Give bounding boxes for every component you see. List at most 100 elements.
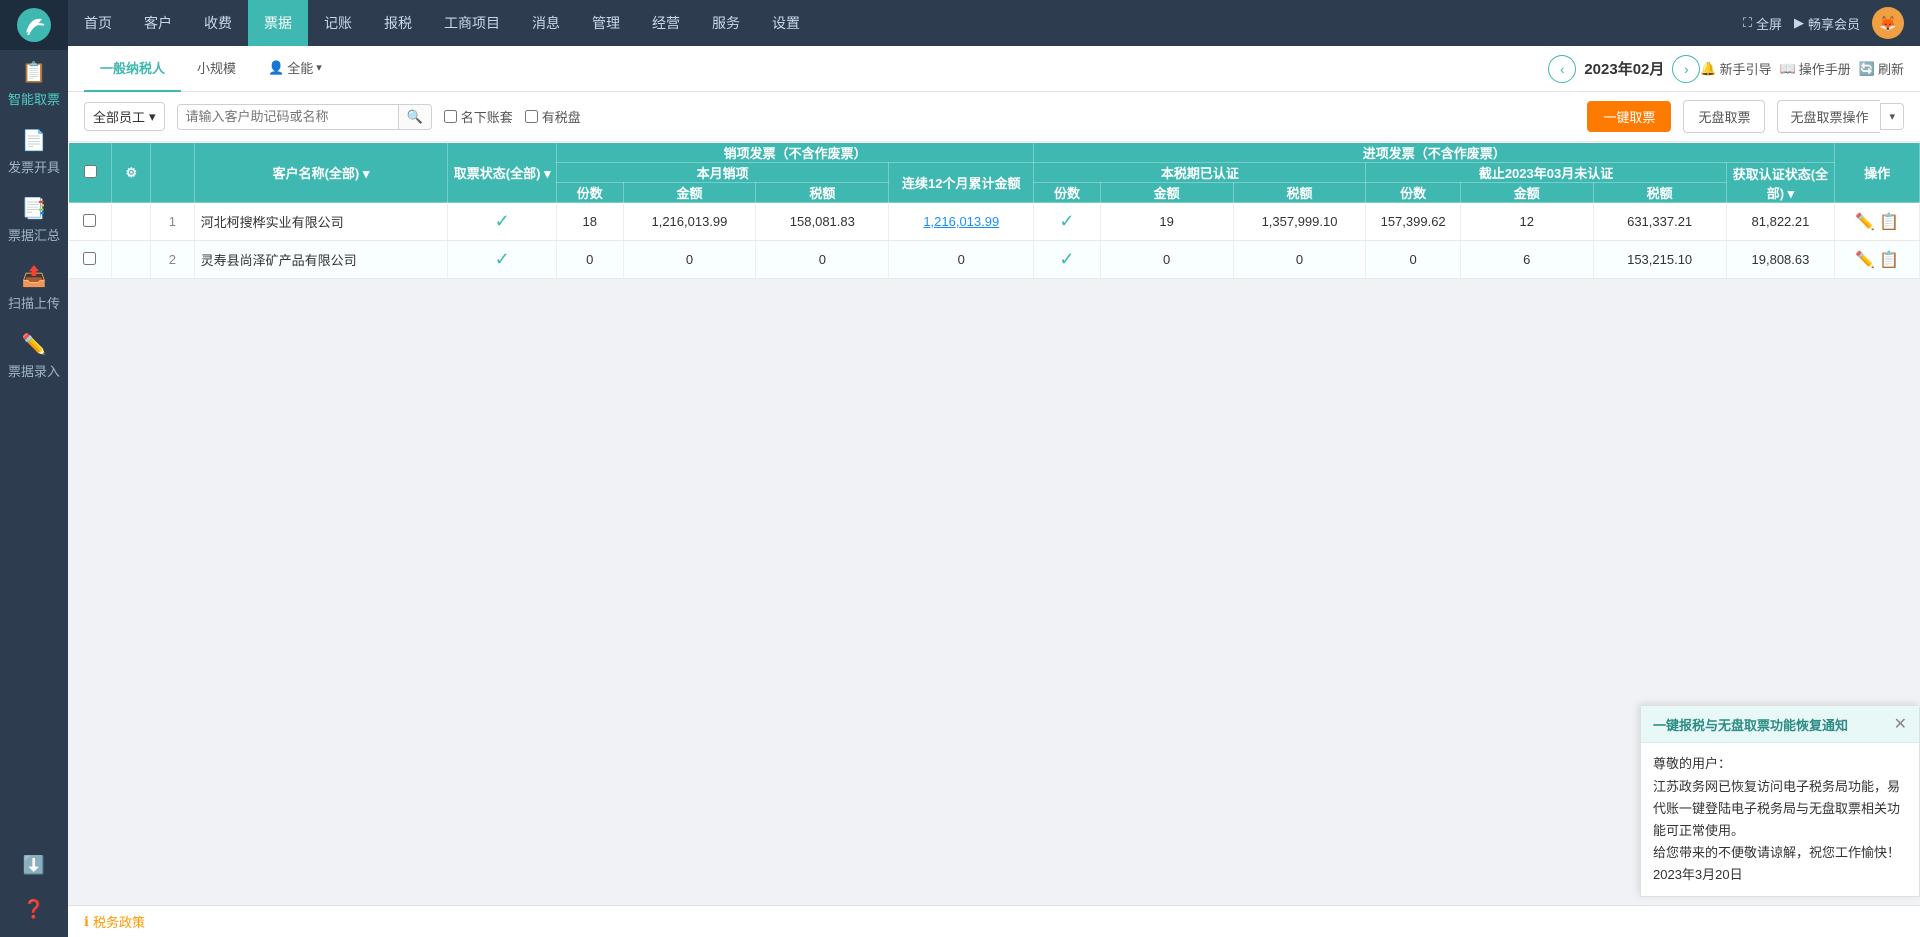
refresh-label: 刷新 [1878,59,1904,78]
has-tax-disk-checkbox[interactable]: 有税盘 [525,107,581,126]
search-input[interactable] [178,105,398,128]
sidebar-item-scan-upload[interactable]: 📤 扫描上传 [0,254,68,322]
sub-account-check[interactable] [444,110,457,123]
col-auth-status[interactable]: 获取认证状态(全部) ▾ [1726,163,1835,203]
tab-general[interactable]: 一般纳税人 [84,46,181,92]
notification-body: 尊敬的用户：江苏政务网已恢复访问电子税务局功能，易代账一键登陆电子税务局与无盘取… [1641,743,1919,896]
row-index: 2 [151,241,194,279]
nav-settings[interactable]: 设置 [756,0,816,46]
nav-home[interactable]: 首页 [68,0,128,46]
sidebar-item-data-entry[interactable]: ✏️ 票据录入 [0,322,68,390]
no-disk-op-button[interactable]: 无盘取票操作 [1777,100,1880,133]
nav-collection[interactable]: 收费 [188,0,248,46]
col-fetch-status[interactable]: 取票状态(全部) ▾ [448,143,557,203]
tab-all-arrow: ▾ [316,61,322,74]
sub-account-checkbox[interactable]: 名下账套 [444,107,513,126]
row-customer-name[interactable]: 灵寿县尚泽矿产品有限公司 [194,241,448,279]
nav-service[interactable]: 服务 [696,0,756,46]
doc-icon[interactable]: 📋 [1879,252,1899,269]
vip-icon: ▶ [1794,15,1804,31]
col-pur-cut-tax: 税额 [1593,183,1726,203]
col-sales-cumul: 连续12个月累计金额 [889,163,1034,203]
tax-policy-link[interactable]: ℹ 税务政策 [84,912,145,931]
col-sales-amount: 金额 [623,183,756,203]
new-guide-btn[interactable]: 🔔 新手引导 [1700,59,1771,78]
sidebar-item-invoice-open[interactable]: 📄 发票开具 [0,118,68,186]
row-customer-name[interactable]: 河北柯搜桦实业有限公司 [194,203,448,241]
employee-select[interactable]: 全部员工 ▾ [84,102,165,131]
row-sales-tax: 158,081.83 [756,203,889,241]
row-pur-period-amount: 0 [1233,241,1366,279]
nav-message[interactable]: 消息 [516,0,576,46]
fullscreen-label: 全屏 [1756,14,1782,33]
invoice-open-icon: 📄 [22,128,47,153]
no-disk-fetch-button[interactable]: 无盘取票 [1683,100,1765,133]
tab-all-label: 全能 [287,58,313,77]
manual-icon: 📖 [1780,61,1796,77]
invoice-summary-icon: 📑 [22,196,47,221]
nav-right: ⛶ 全屏 ▶ 畅享会员 🦊 [1743,7,1920,39]
row-index: 1 [151,203,194,241]
col-customer-name[interactable]: 客户名称(全部) ▾ [194,143,448,203]
notification-close[interactable]: ✕ [1894,714,1907,734]
row-sales-tax: 0 [756,241,889,279]
help-icon[interactable]: ❓ [0,891,68,927]
avatar[interactable]: 🦊 [1872,7,1904,39]
logo [0,0,68,50]
select-all-checkbox[interactable] [84,165,97,178]
notification-title: 一键报税与无盘取票功能恢复通知 [1653,715,1848,734]
nav-finance[interactable]: 经营 [636,0,696,46]
col-pur-period-amount: 金额 [1100,183,1233,203]
edit-icon[interactable]: ✏️ [1855,252,1875,269]
one-click-fetch-button[interactable]: 一键取票 [1587,101,1671,132]
has-tax-disk-check[interactable] [525,110,538,123]
settings-icon[interactable]: ⚙ [125,165,137,180]
fullscreen-icon: ⛶ [1743,15,1752,31]
edit-icon[interactable]: ✏️ [1855,214,1875,231]
row-checkbox[interactable] [69,203,112,241]
search-button[interactable]: 🔍 [398,105,431,129]
sidebar-item-smart-fetch[interactable]: 📋 智能取票 [0,50,68,118]
tab-small[interactable]: 小规模 [181,46,252,92]
nav-bookkeeping[interactable]: 记账 [308,0,368,46]
navbar: 首页 客户 收费 票据 记账 报税 工商项目 消息 管理 经营 服务 设置 ⛶ … [68,0,1920,46]
refresh-icon: 🔄 [1859,61,1875,77]
notification-line: 2023年3月20日 [1653,864,1907,886]
nav-invoice[interactable]: 票据 [248,0,308,46]
fetch-status-filter-icon: ▾ [544,166,551,181]
sidebar-item-scan-upload-label: 扫描上传 [8,293,60,312]
nav-management[interactable]: 管理 [576,0,636,46]
employee-select-label: 全部员工 [93,107,145,126]
prev-period-btn[interactable]: ‹ [1548,55,1576,83]
col-purchase-period: 本税期已认证 [1034,163,1366,183]
next-period-btn[interactable]: › [1672,55,1700,83]
row-checkbox[interactable] [69,241,112,279]
nav-tax[interactable]: 报税 [368,0,428,46]
sidebar-item-invoice-summary[interactable]: 📑 票据汇总 [0,186,68,254]
tab-all[interactable]: 👤 全能 ▾ [252,46,338,92]
col-pur-cut-amount: 金额 [1460,183,1593,203]
nav-industry[interactable]: 工商项目 [428,0,516,46]
doc-icon[interactable]: 📋 [1879,214,1899,231]
no-disk-op-arrow[interactable]: ▾ [1880,103,1904,130]
table-body: 1 河北柯搜桦实业有限公司 ✓ 18 1,216,013.99 158,081.… [69,203,1920,279]
col-sales-count: 份数 [557,183,623,203]
bottom-bar: ℹ 税务政策 [68,905,1920,937]
row-sales-amount: 0 [623,241,756,279]
vip-btn[interactable]: ▶ 畅享会员 [1794,14,1860,33]
row-pur-period-tax: 0 [1366,241,1460,279]
fullscreen-btn[interactable]: ⛶ 全屏 [1743,14,1782,33]
nav-customer[interactable]: 客户 [128,0,188,46]
refresh-btn[interactable]: 🔄 刷新 [1859,59,1904,78]
filter-bar: 全部员工 ▾ 🔍 名下账套 有税盘 一键取票 无盘取票 无盘取票操作 ▾ [68,92,1920,142]
row-settings [112,203,151,241]
tab-all-icon: 👤 [268,60,284,76]
row-fetch-status: ✓ [448,241,557,279]
manual-btn[interactable]: 📖 操作手册 [1780,59,1851,78]
download-icon[interactable]: ⬇️ [0,847,68,883]
col-sales-tax: 税额 [756,183,889,203]
notification-header: 一键报税与无盘取票功能恢复通知 ✕ [1641,706,1919,743]
row-auth-status: ✓ [1034,241,1100,279]
row-auth-status: ✓ [1034,203,1100,241]
col-pur-period-count: 份数 [1034,183,1100,203]
